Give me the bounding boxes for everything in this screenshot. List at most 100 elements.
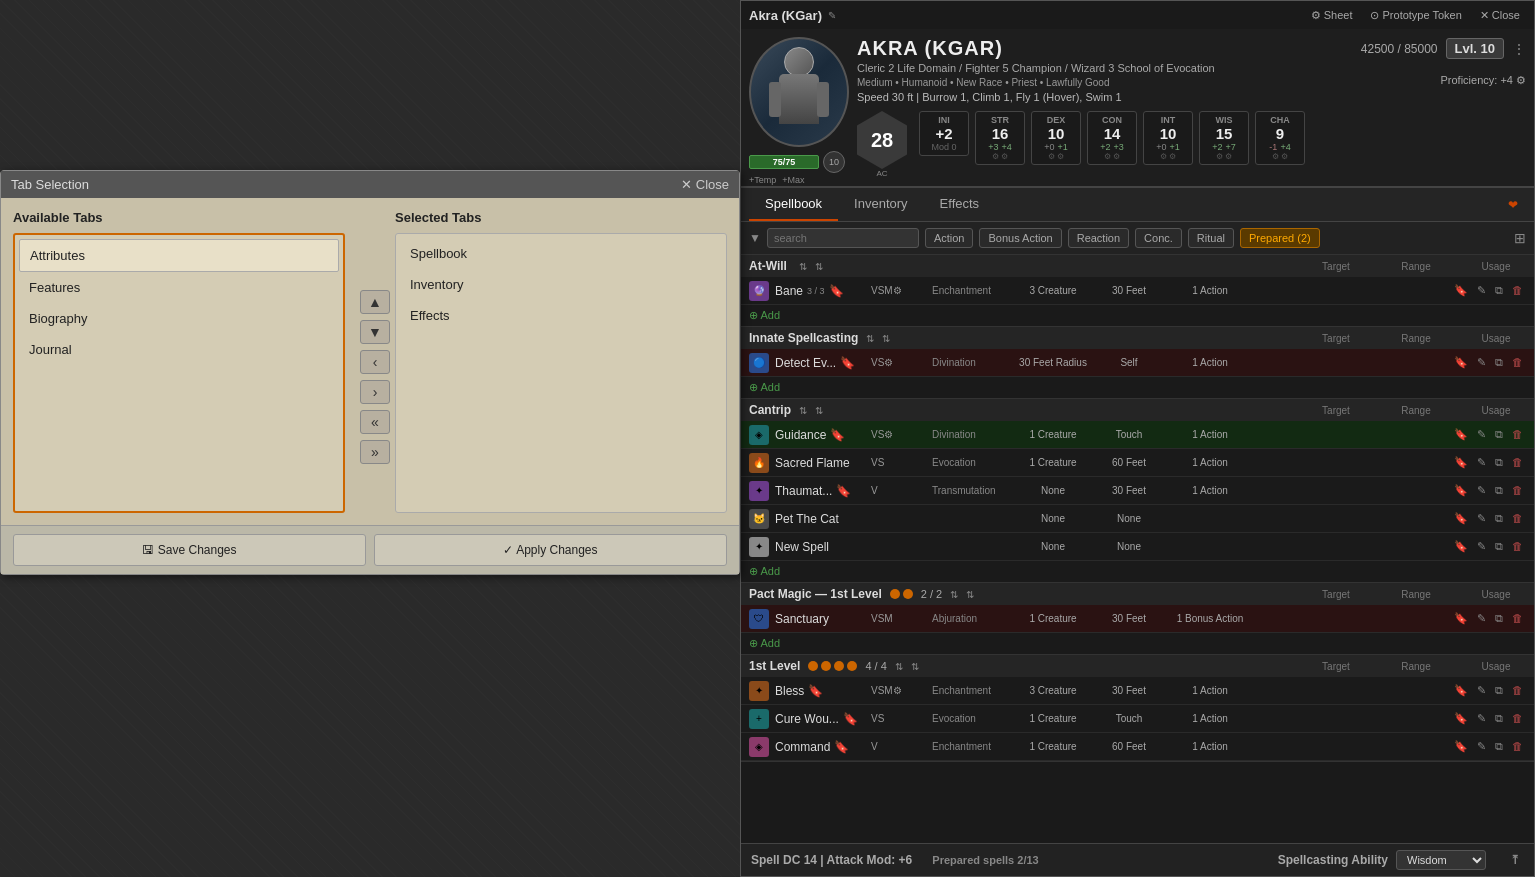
move-double-right-button[interactable]: »: [360, 440, 390, 464]
prototype-token-button[interactable]: ⊙ Prototype Token: [1364, 7, 1467, 24]
thaumat-name[interactable]: Thaumat... 🔖: [775, 484, 865, 498]
detect-name[interactable]: Detect Ev... 🔖: [775, 356, 865, 370]
available-tab-journal[interactable]: Journal: [19, 334, 339, 365]
pet-cat-bookmark[interactable]: 🔖: [1451, 511, 1471, 526]
pact-add[interactable]: ⊕ Add: [741, 633, 1534, 654]
proficiency: Proficiency: +4 ⚙: [1440, 74, 1526, 88]
sanctuary-edit[interactable]: ✎: [1474, 611, 1489, 626]
cure-wounds-target: 1 Creature: [1018, 713, 1088, 724]
detect-bookmark[interactable]: 🔖: [1451, 355, 1471, 370]
casting-ability-select[interactable]: Wisdom Intelligence Charisma: [1396, 850, 1486, 870]
bless-name[interactable]: Bless 🔖: [775, 684, 865, 698]
sheet-close-button[interactable]: ✕ Close: [1474, 7, 1526, 24]
cure-wounds-copy[interactable]: ⧉: [1492, 711, 1506, 726]
scroll-to-top-button[interactable]: ⤒: [1506, 851, 1524, 869]
filter-conc[interactable]: Conc.: [1135, 228, 1182, 248]
sanctuary-copy[interactable]: ⧉: [1492, 611, 1506, 626]
filter-prepared[interactable]: Prepared (2): [1240, 228, 1320, 248]
new-spell-copy[interactable]: ⧉: [1492, 539, 1506, 554]
filter-bonus-action[interactable]: Bonus Action: [979, 228, 1061, 248]
bless-bookmark[interactable]: 🔖: [1451, 683, 1471, 698]
move-left-button[interactable]: ‹: [360, 350, 390, 374]
selected-tab-effects[interactable]: Effects: [400, 300, 722, 331]
cantrip-add[interactable]: ⊕ Add: [741, 561, 1534, 582]
favorite-tab-button[interactable]: ❤: [1500, 188, 1526, 221]
at-will-add[interactable]: ⊕ Add: [741, 305, 1534, 326]
bane-name[interactable]: Bane 3 / 3 🔖: [775, 284, 865, 298]
command-edit[interactable]: ✎: [1474, 739, 1489, 754]
thaumat-copy[interactable]: ⧉: [1492, 483, 1506, 498]
command-delete[interactable]: 🗑: [1509, 739, 1526, 754]
guidance-bookmark[interactable]: 🔖: [1451, 427, 1471, 442]
grid-view-button[interactable]: ⊞: [1514, 230, 1526, 246]
sacred-delete[interactable]: 🗑: [1509, 455, 1526, 470]
bless-copy[interactable]: ⧉: [1492, 683, 1506, 698]
max-hp-label[interactable]: +Max: [782, 175, 804, 185]
move-up-button[interactable]: ▲: [360, 290, 390, 314]
spell-search-input[interactable]: [767, 228, 919, 248]
sacred-flame-name[interactable]: Sacred Flame: [775, 456, 865, 470]
bane-copy[interactable]: ⧉: [1492, 283, 1506, 298]
bless-edit[interactable]: ✎: [1474, 683, 1489, 698]
innate-add[interactable]: ⊕ Add: [741, 377, 1534, 398]
new-spell-bookmark[interactable]: 🔖: [1451, 539, 1471, 554]
bless-delete[interactable]: 🗑: [1509, 683, 1526, 698]
sanctuary-delete[interactable]: 🗑: [1509, 611, 1526, 626]
tab-inventory[interactable]: Inventory: [838, 188, 923, 221]
move-double-left-button[interactable]: «: [360, 410, 390, 434]
new-spell-name[interactable]: New Spell: [775, 540, 865, 554]
avatar[interactable]: [749, 37, 849, 147]
sacred-copy[interactable]: ⧉: [1492, 455, 1506, 470]
command-name[interactable]: Command 🔖: [775, 740, 865, 754]
tab-spellbook[interactable]: Spellbook: [749, 188, 838, 221]
more-options-icon[interactable]: ⋮: [1512, 41, 1526, 57]
thaumat-edit[interactable]: ✎: [1474, 483, 1489, 498]
pet-cat-edit[interactable]: ✎: [1474, 511, 1489, 526]
cure-wounds-name[interactable]: Cure Wou... 🔖: [775, 712, 865, 726]
hp-value: 75/75: [773, 157, 796, 167]
detect-delete[interactable]: 🗑: [1509, 355, 1526, 370]
temp-hp-label[interactable]: +Temp: [749, 175, 776, 185]
bane-bookmark[interactable]: 🔖: [1451, 283, 1471, 298]
bane-edit[interactable]: ✎: [1474, 283, 1489, 298]
new-spell-delete[interactable]: 🗑: [1509, 539, 1526, 554]
guidance-edit[interactable]: ✎: [1474, 427, 1489, 442]
pet-cat-copy[interactable]: ⧉: [1492, 511, 1506, 526]
filter-ritual[interactable]: Ritual: [1188, 228, 1234, 248]
command-bookmark[interactable]: 🔖: [1451, 739, 1471, 754]
cure-wounds-edit[interactable]: ✎: [1474, 711, 1489, 726]
filter-action[interactable]: Action: [925, 228, 974, 248]
sanctuary-name[interactable]: Sanctuary: [775, 612, 865, 626]
selected-tab-inventory[interactable]: Inventory: [400, 269, 722, 300]
cure-wounds-bookmark[interactable]: 🔖: [1451, 711, 1471, 726]
selected-tab-spellbook[interactable]: Spellbook: [400, 238, 722, 269]
detect-copy[interactable]: ⧉: [1492, 355, 1506, 370]
available-tab-attributes[interactable]: Attributes: [19, 239, 339, 272]
sacred-edit[interactable]: ✎: [1474, 455, 1489, 470]
tab-effects[interactable]: Effects: [924, 188, 996, 221]
command-copy[interactable]: ⧉: [1492, 739, 1506, 754]
save-changes-button[interactable]: 🖫 Save Changes: [13, 534, 366, 566]
sanctuary-bookmark[interactable]: 🔖: [1451, 611, 1471, 626]
pet-cat-delete[interactable]: 🗑: [1509, 511, 1526, 526]
cure-wounds-delete[interactable]: 🗑: [1509, 711, 1526, 726]
sacred-bookmark[interactable]: 🔖: [1451, 455, 1471, 470]
pet-cat-name[interactable]: Pet The Cat: [775, 512, 865, 526]
available-tab-biography[interactable]: Biography: [19, 303, 339, 334]
new-spell-edit[interactable]: ✎: [1474, 539, 1489, 554]
guidance-copy[interactable]: ⧉: [1492, 427, 1506, 442]
detect-edit[interactable]: ✎: [1474, 355, 1489, 370]
modal-close-button[interactable]: ✕ Close: [681, 177, 729, 192]
thaumat-bookmark[interactable]: 🔖: [1451, 483, 1471, 498]
hp-bar[interactable]: 75/75: [749, 155, 819, 169]
filter-reaction[interactable]: Reaction: [1068, 228, 1129, 248]
guidance-delete[interactable]: 🗑: [1509, 427, 1526, 442]
guidance-name[interactable]: Guidance 🔖: [775, 428, 865, 442]
bane-delete[interactable]: 🗑: [1509, 283, 1526, 298]
sheet-settings-button[interactable]: ⚙ Sheet: [1305, 7, 1359, 24]
available-tab-features[interactable]: Features: [19, 272, 339, 303]
apply-changes-button[interactable]: ✓ Apply Changes: [374, 534, 727, 566]
thaumat-delete[interactable]: 🗑: [1509, 483, 1526, 498]
move-down-button[interactable]: ▼: [360, 320, 390, 344]
move-right-button[interactable]: ›: [360, 380, 390, 404]
